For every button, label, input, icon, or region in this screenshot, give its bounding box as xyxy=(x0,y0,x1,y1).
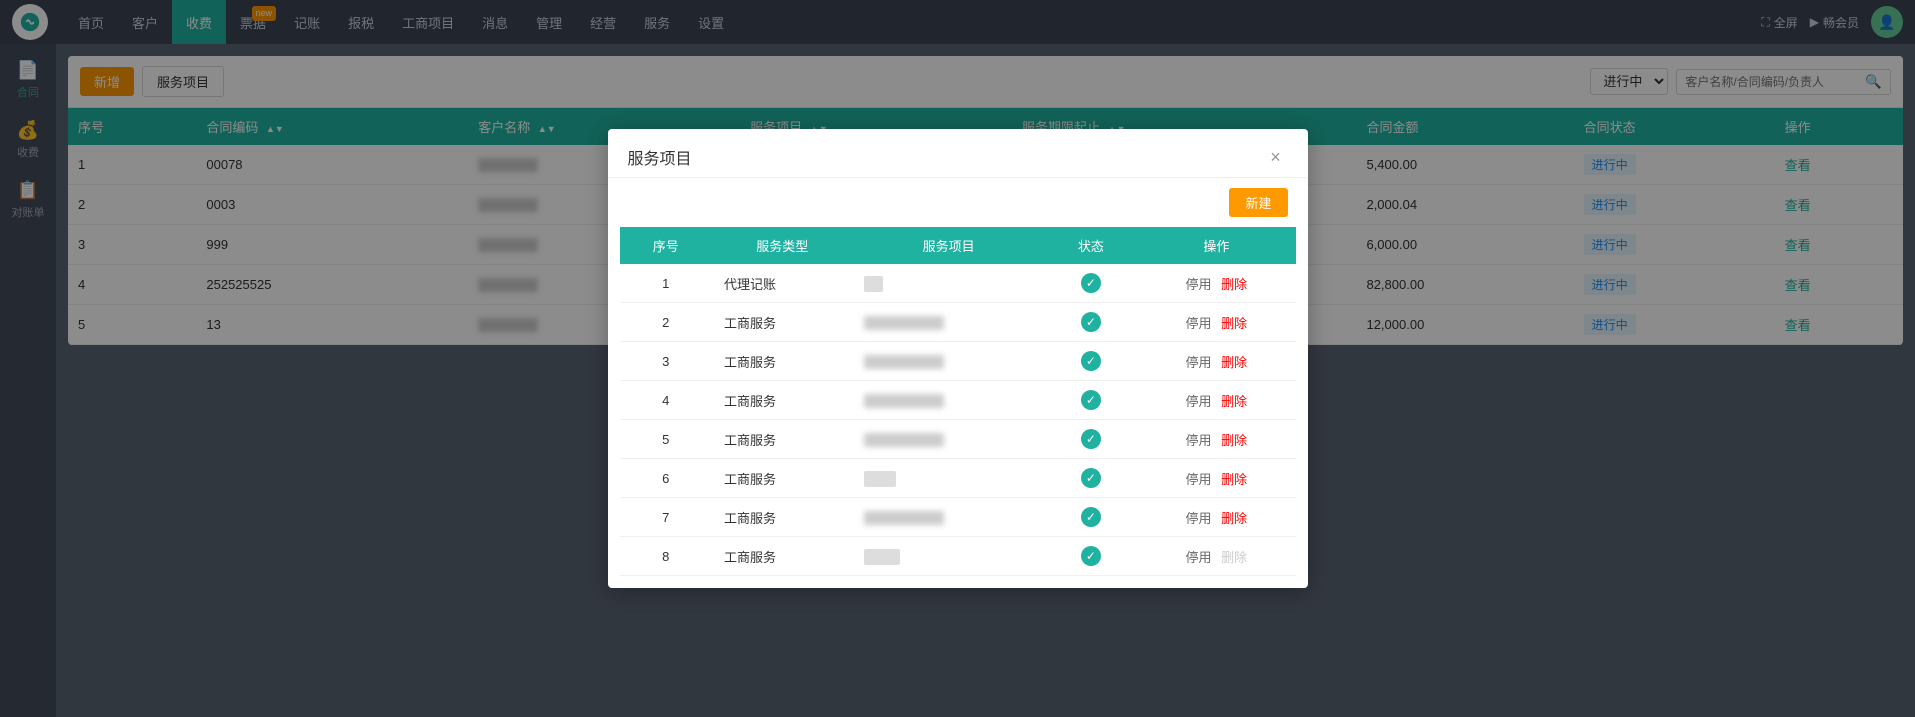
delete-button[interactable]: 删除 xyxy=(1221,277,1247,292)
modal-table-row: 1 代理记账 1 ✓ 停用 删除 xyxy=(620,264,1296,303)
modal-cell-seq: 6 xyxy=(620,459,712,498)
stop-button[interactable]: 停用 xyxy=(1185,316,1211,331)
modal-cell-action: 停用 删除 xyxy=(1137,381,1295,420)
modal-cell-action: 停用 删除 xyxy=(1137,264,1295,303)
delete-button[interactable]: 删除 xyxy=(1221,394,1247,409)
modal-th-seq: 序号 xyxy=(620,227,712,264)
status-check-icon: ✓ xyxy=(1081,546,1101,566)
modal-cell-action: 停用 删除 xyxy=(1137,498,1295,537)
modal-cell-seq: 3 xyxy=(620,342,712,381)
modal-cell-item xyxy=(852,303,1044,342)
status-check-icon: ✓ xyxy=(1081,312,1101,332)
modal-th-type: 服务类型 xyxy=(712,227,853,264)
modal-cell-action: 停用 删除 xyxy=(1137,342,1295,381)
modal-cell-type: 工商服务 xyxy=(712,459,853,498)
modal-cell-status: ✓ xyxy=(1045,303,1137,342)
modal-cell-action: 停用 删除 xyxy=(1137,459,1295,498)
delete-button[interactable]: 删除 xyxy=(1221,511,1247,526)
modal-cell-status: ✓ xyxy=(1045,537,1137,576)
status-check-icon: ✓ xyxy=(1081,390,1101,410)
modal-cell-type: 工商服务 xyxy=(712,342,853,381)
modal-table-row: 8 工商服务 注册 ✓ 停用 删除 xyxy=(620,537,1296,576)
stop-button[interactable]: 停用 xyxy=(1185,511,1211,526)
modal-table-row: 4 工商服务 ✓ 停用 删除 xyxy=(620,381,1296,420)
modal-new-button[interactable]: 新建 xyxy=(1229,188,1287,217)
status-check-icon: ✓ xyxy=(1081,273,1101,293)
modal-cell-action: 停用 删除 xyxy=(1137,420,1295,459)
modal-overlay[interactable]: 服务项目 × 新建 序号 服务类型 服务项目 状态 操作 1 代理记账 xyxy=(0,0,1915,717)
modal-cell-seq: 4 xyxy=(620,381,712,420)
modal-table-row: 3 工商服务 ✓ 停用 删除 xyxy=(620,342,1296,381)
modal-cell-seq: 1 xyxy=(620,264,712,303)
delete-button[interactable]: 删除 xyxy=(1221,316,1247,331)
modal-toolbar: 新建 xyxy=(608,178,1308,227)
modal-cell-status: ✓ xyxy=(1045,264,1137,303)
modal-table-row: 2 工商服务 ✓ 停用 删除 xyxy=(620,303,1296,342)
modal-cell-type: 工商服务 xyxy=(712,303,853,342)
modal-cell-item xyxy=(852,420,1044,459)
stop-button[interactable]: 停用 xyxy=(1185,355,1211,370)
modal-th-item: 服务项目 xyxy=(852,227,1044,264)
modal-table-header-row: 序号 服务类型 服务项目 状态 操作 xyxy=(620,227,1296,264)
modal-title: 服务项目 xyxy=(628,145,692,169)
modal-cell-item xyxy=(852,342,1044,381)
delete-button[interactable]: 删除 xyxy=(1221,472,1247,487)
modal-cell-item xyxy=(852,381,1044,420)
modal-cell-type: 工商服务 xyxy=(712,498,853,537)
status-check-icon: ✓ xyxy=(1081,507,1101,527)
modal-table-row: 6 工商服务 Ithe ✓ 停用 删除 xyxy=(620,459,1296,498)
modal-cell-status: ✓ xyxy=(1045,459,1137,498)
status-check-icon: ✓ xyxy=(1081,429,1101,449)
delete-button: 删除 xyxy=(1221,550,1247,565)
modal-table-wrapper: 序号 服务类型 服务项目 状态 操作 1 代理记账 1 ✓ 停用 删除 2 工商… xyxy=(608,227,1308,588)
modal-table-row: 5 工商服务 ✓ 停用 删除 xyxy=(620,420,1296,459)
modal-cell-seq: 5 xyxy=(620,420,712,459)
modal-cell-item: Ithe xyxy=(852,459,1044,498)
modal-cell-seq: 8 xyxy=(620,537,712,576)
modal-th-status: 状态 xyxy=(1045,227,1137,264)
delete-button[interactable]: 删除 xyxy=(1221,355,1247,370)
modal-cell-status: ✓ xyxy=(1045,381,1137,420)
modal-service-table: 序号 服务类型 服务项目 状态 操作 1 代理记账 1 ✓ 停用 删除 2 工商… xyxy=(620,227,1296,576)
modal-cell-action: 停用 删除 xyxy=(1137,303,1295,342)
modal-cell-type: 工商服务 xyxy=(712,537,853,576)
modal-table-row: 7 工商服务 ✓ 停用 删除 xyxy=(620,498,1296,537)
stop-button[interactable]: 停用 xyxy=(1185,472,1211,487)
stop-button[interactable]: 停用 xyxy=(1185,433,1211,448)
modal-cell-item: 注册 xyxy=(852,537,1044,576)
modal-cell-type: 工商服务 xyxy=(712,381,853,420)
modal-cell-status: ✓ xyxy=(1045,342,1137,381)
modal-cell-item xyxy=(852,498,1044,537)
modal-cell-type: 代理记账 xyxy=(712,264,853,303)
modal-cell-status: ✓ xyxy=(1045,420,1137,459)
modal-header: 服务项目 × xyxy=(608,129,1308,178)
status-check-icon: ✓ xyxy=(1081,351,1101,371)
status-check-icon: ✓ xyxy=(1081,468,1101,488)
modal-cell-type: 工商服务 xyxy=(712,420,853,459)
modal-cell-seq: 7 xyxy=(620,498,712,537)
modal-th-action: 操作 xyxy=(1137,227,1295,264)
modal-cell-item: 1 xyxy=(852,264,1044,303)
modal-cell-seq: 2 xyxy=(620,303,712,342)
modal-table-body: 1 代理记账 1 ✓ 停用 删除 2 工商服务 ✓ 停用 删除 3 工商服务 ✓… xyxy=(620,264,1296,576)
stop-button[interactable]: 停用 xyxy=(1185,277,1211,292)
modal-cell-action: 停用 删除 xyxy=(1137,537,1295,576)
service-modal: 服务项目 × 新建 序号 服务类型 服务项目 状态 操作 1 代理记账 xyxy=(608,129,1308,588)
stop-button[interactable]: 停用 xyxy=(1185,394,1211,409)
modal-cell-status: ✓ xyxy=(1045,498,1137,537)
modal-close-button[interactable]: × xyxy=(1264,145,1288,169)
stop-button[interactable]: 停用 xyxy=(1185,550,1211,565)
delete-button[interactable]: 删除 xyxy=(1221,433,1247,448)
